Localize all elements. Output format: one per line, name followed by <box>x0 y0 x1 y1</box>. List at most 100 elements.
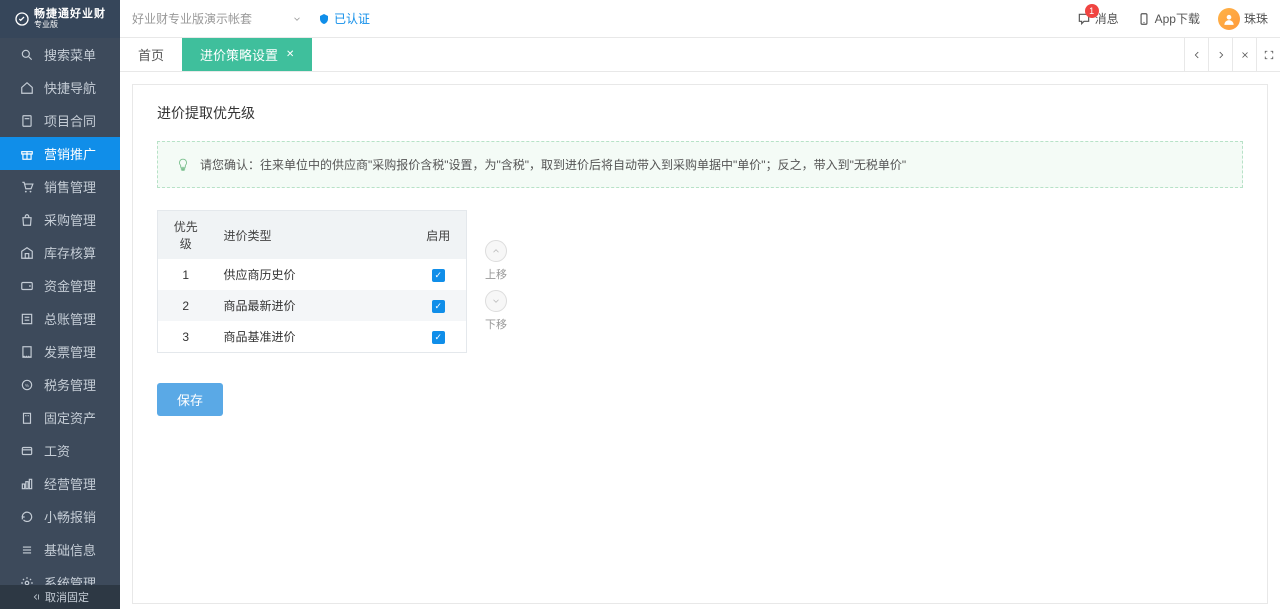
table-row[interactable]: 2 商品最新进价 ✓ <box>158 290 467 321</box>
svg-text:%: % <box>25 382 29 387</box>
cell-type: 商品基准进价 <box>214 321 411 353</box>
sidebar-item-salary[interactable]: 工资 <box>0 434 120 467</box>
tabs-bar: 首页 进价策略设置 ✕ <box>120 38 1280 72</box>
shield-icon <box>318 13 330 25</box>
brand-name: 畅捷通好业财 <box>34 9 106 20</box>
sidebar-footer-label: 取消固定 <box>45 589 89 605</box>
gear-icon <box>20 576 34 586</box>
sidebar-item-label: 资金管理 <box>44 276 96 295</box>
cell-priority: 1 <box>158 259 214 290</box>
tabs-next-button[interactable] <box>1208 38 1232 72</box>
cart-icon <box>20 180 34 194</box>
sidebar-item-label: 库存核算 <box>44 243 96 262</box>
alert-box: 请您确认：往来单位中的供应商"采购报价含税"设置，为"含税"，取到进价后将自动带… <box>157 141 1243 188</box>
sidebar-item-label: 销售管理 <box>44 177 96 196</box>
gift-icon <box>20 147 34 161</box>
app-download-label: App下载 <box>1155 10 1200 27</box>
table-row[interactable]: 1 供应商历史价 ✓ <box>158 259 467 290</box>
warehouse-icon <box>20 246 34 260</box>
receipt-icon <box>20 345 34 359</box>
user-menu[interactable]: 珠珠 <box>1218 8 1268 30</box>
app-download-button[interactable]: App下载 <box>1137 10 1200 27</box>
sidebar-item-quick-nav[interactable]: 快捷导航 <box>0 71 120 104</box>
sidebar-item-purchase[interactable]: 采购管理 <box>0 203 120 236</box>
bag-icon <box>20 213 34 227</box>
sidebar-item-base-info[interactable]: 基础信息 <box>0 533 120 566</box>
lightbulb-icon <box>176 158 190 172</box>
salary-icon <box>20 444 34 458</box>
building-icon <box>20 411 34 425</box>
refresh-icon <box>20 510 34 524</box>
enabled-checkbox[interactable]: ✓ <box>432 331 445 344</box>
messages-badge: 1 <box>1085 4 1099 18</box>
enabled-checkbox[interactable]: ✓ <box>432 300 445 313</box>
move-down-button[interactable] <box>485 290 507 312</box>
sidebar-item-label: 项目合同 <box>44 111 96 130</box>
tab-price-strategy[interactable]: 进价策略设置 ✕ <box>182 38 312 71</box>
sidebar-item-system[interactable]: 系统管理 <box>0 566 120 585</box>
search-icon <box>20 48 34 62</box>
sidebar-unpin-button[interactable]: 取消固定 <box>0 585 120 609</box>
move-up-button[interactable] <box>485 240 507 262</box>
priority-table: 优先级 进价类型 启用 1 供应商历史价 ✓ 2 商品最新进价 ✓ <box>157 210 467 353</box>
sidebar-item-funds[interactable]: 资金管理 <box>0 269 120 302</box>
sidebar: 畅捷通好业财 专业版 搜索菜单 快捷导航 项目合同 营销推广 销售管理 采购管理 <box>0 0 120 609</box>
sidebar-item-label: 采购管理 <box>44 210 96 229</box>
phone-icon <box>1137 12 1151 26</box>
document-icon <box>20 114 34 128</box>
brand-logo: 畅捷通好业财 专业版 <box>0 0 120 38</box>
sidebar-item-project-contract[interactable]: 项目合同 <box>0 104 120 137</box>
tabs-prev-button[interactable] <box>1184 38 1208 72</box>
enabled-checkbox[interactable]: ✓ <box>432 269 445 282</box>
wallet-icon <box>20 279 34 293</box>
sidebar-item-label: 发票管理 <box>44 342 96 361</box>
cell-type: 商品最新进价 <box>214 290 411 321</box>
cell-priority: 2 <box>158 290 214 321</box>
sidebar-item-sales[interactable]: 销售管理 <box>0 170 120 203</box>
messages-button[interactable]: 1 消息 <box>1077 10 1119 27</box>
col-enabled: 启用 <box>411 211 467 260</box>
sidebar-item-label: 系统管理 <box>44 573 96 585</box>
move-up-label: 上移 <box>485 266 507 282</box>
account-selector[interactable]: 好业财专业版演示帐套 <box>132 10 302 27</box>
sidebar-item-expense[interactable]: 小畅报销 <box>0 500 120 533</box>
verified-badge: 已认证 <box>318 10 370 27</box>
header: 好业财专业版演示帐套 已认证 1 消息 App下载 珠珠 <box>120 0 1280 38</box>
sidebar-item-fixed-assets[interactable]: 固定资产 <box>0 401 120 434</box>
tab-home[interactable]: 首页 <box>120 38 182 71</box>
sidebar-item-tax[interactable]: % 税务管理 <box>0 368 120 401</box>
sidebar-item-invoice[interactable]: 发票管理 <box>0 335 120 368</box>
brand-logo-icon <box>14 11 30 27</box>
tab-home-label: 首页 <box>138 45 164 64</box>
tax-icon: % <box>20 378 34 392</box>
col-priority: 优先级 <box>158 211 214 260</box>
account-name: 好业财专业版演示帐套 <box>132 10 252 27</box>
table-row[interactable]: 3 商品基准进价 ✓ <box>158 321 467 353</box>
tabs-close-button[interactable] <box>1232 38 1256 72</box>
list-icon <box>20 543 34 557</box>
sidebar-item-label: 工资 <box>44 441 70 460</box>
sidebar-item-label: 营销推广 <box>44 144 96 163</box>
save-button[interactable]: 保存 <box>157 383 223 416</box>
page-title: 进价提取优先级 <box>157 103 1243 123</box>
tabs-fullscreen-button[interactable] <box>1256 38 1280 72</box>
cell-priority: 3 <box>158 321 214 353</box>
sidebar-item-inventory[interactable]: 库存核算 <box>0 236 120 269</box>
brand-edition: 专业版 <box>34 21 106 29</box>
sidebar-item-search-menu[interactable]: 搜索菜单 <box>0 38 120 71</box>
col-type: 进价类型 <box>214 211 411 260</box>
sidebar-item-label: 经营管理 <box>44 474 96 493</box>
home-icon <box>20 81 34 95</box>
sidebar-item-business-mgmt[interactable]: 经营管理 <box>0 467 120 500</box>
panel: 进价提取优先级 请您确认：往来单位中的供应商"采购报价含税"设置，为"含税"，取… <box>132 84 1268 604</box>
sidebar-menu: 搜索菜单 快捷导航 项目合同 营销推广 销售管理 采购管理 库存核算 资金管理 <box>0 38 120 585</box>
sidebar-item-marketing[interactable]: 营销推广 <box>0 137 120 170</box>
chart-icon <box>20 477 34 491</box>
cell-type: 供应商历史价 <box>214 259 411 290</box>
sidebar-item-label: 总账管理 <box>44 309 96 328</box>
avatar <box>1218 8 1240 30</box>
sidebar-item-ledger[interactable]: 总账管理 <box>0 302 120 335</box>
main-content: 进价提取优先级 请您确认：往来单位中的供应商"采购报价含税"设置，为"含税"，取… <box>120 72 1280 609</box>
close-icon[interactable]: ✕ <box>286 49 294 60</box>
alert-text: 请您确认：往来单位中的供应商"采购报价含税"设置，为"含税"，取到进价后将自动带… <box>200 156 906 173</box>
